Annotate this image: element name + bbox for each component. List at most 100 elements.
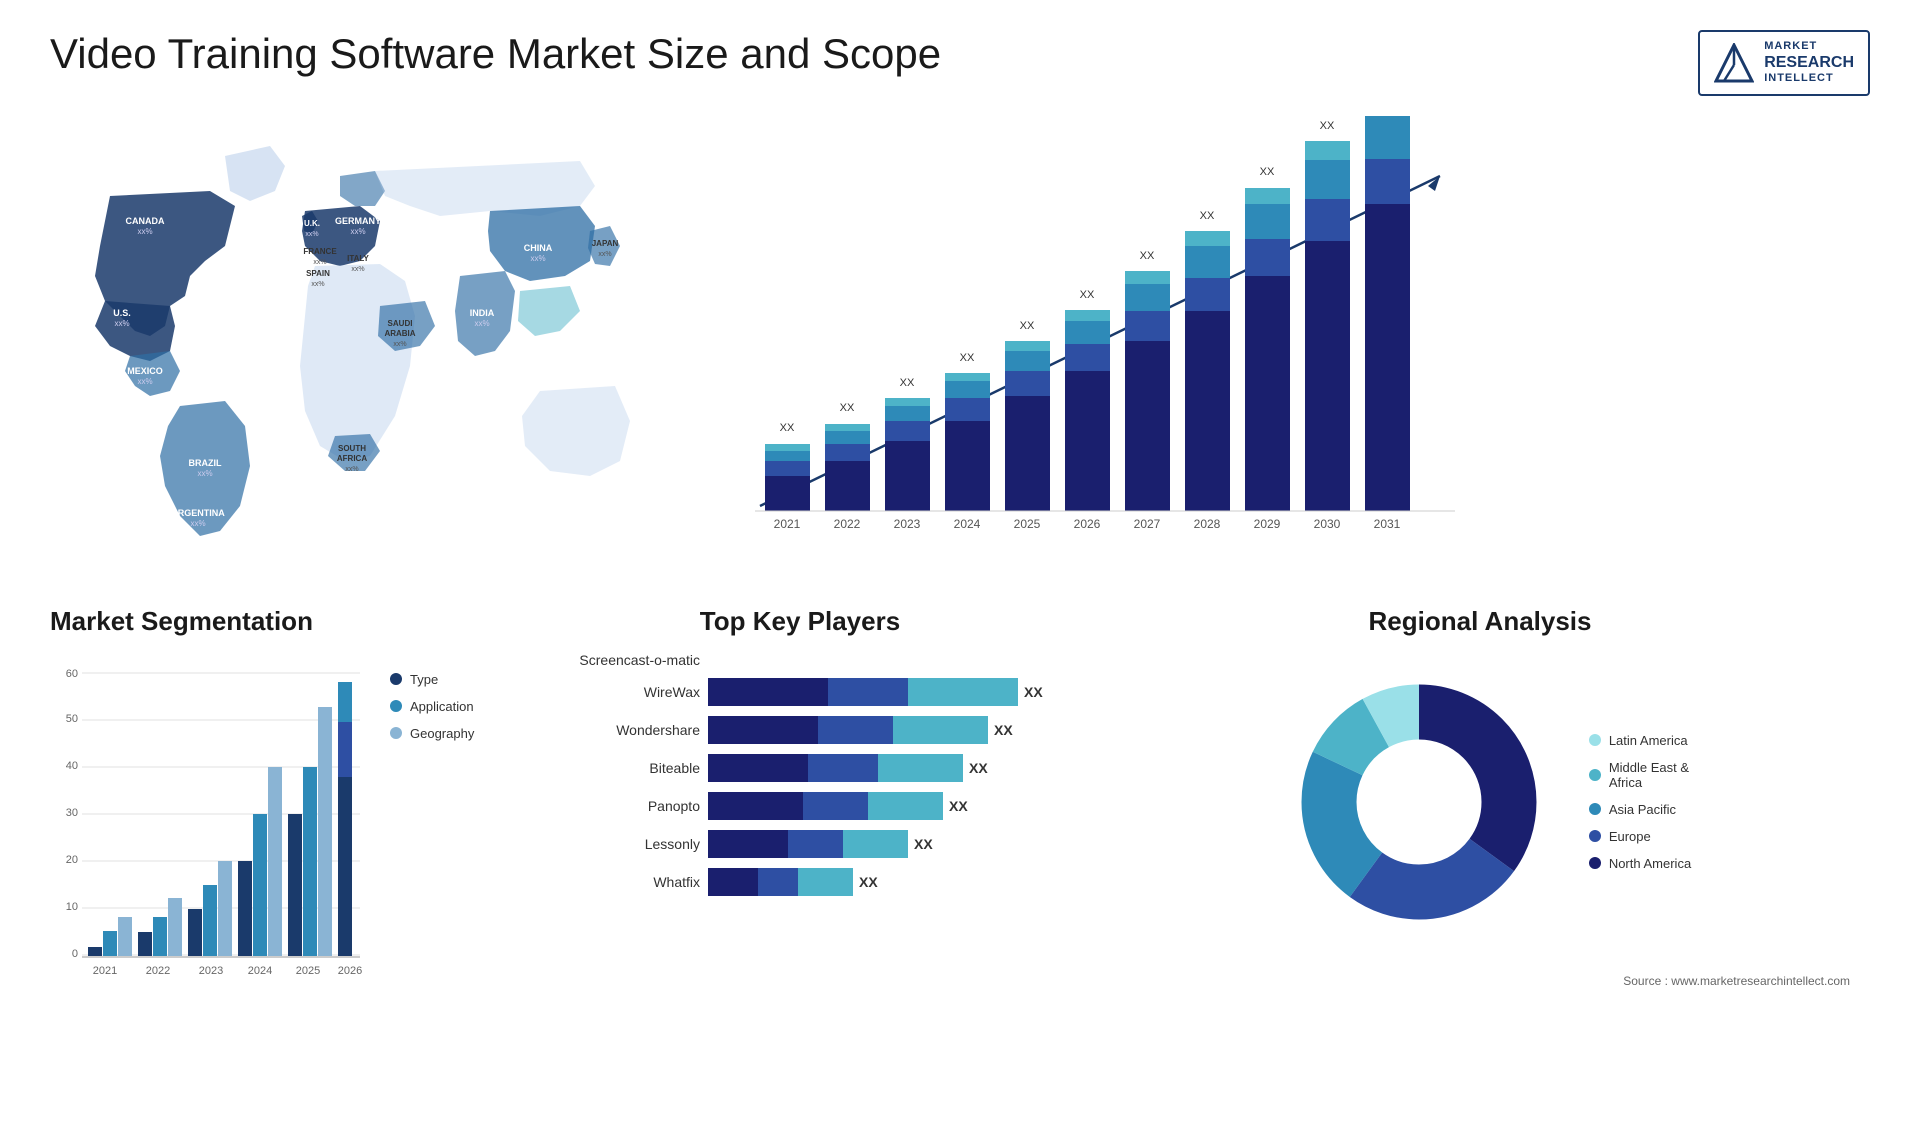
svg-text:SAUDI: SAUDI <box>388 319 413 328</box>
bar-mid-6 <box>758 868 798 896</box>
legend-item-latin: Latin America <box>1589 733 1691 748</box>
segmentation-chart: 0 10 20 30 40 50 60 <box>50 652 370 1012</box>
svg-text:ITALY: ITALY <box>347 254 369 263</box>
svg-text:SOUTH: SOUTH <box>338 444 366 453</box>
player-bar-segments-4 <box>708 792 943 820</box>
regional-section: Regional Analysis <box>1090 606 1870 1126</box>
player-bar-3: XX <box>708 754 988 782</box>
player-value-5: XX <box>914 836 933 852</box>
legend-item-na: North America <box>1589 856 1691 871</box>
legend-label-na: North America <box>1609 856 1691 871</box>
player-row-5: Lessonly XX <box>540 830 1060 858</box>
donut-container: Latin America Middle East &Africa Asia P… <box>1090 652 1870 952</box>
svg-text:2023: 2023 <box>199 965 223 977</box>
source-text: Source : www.marketresearchintellect.com <box>1623 974 1850 988</box>
players-section: Top Key Players Screencast-o-matic WireW… <box>540 606 1060 1126</box>
player-bar-4: XX <box>708 792 968 820</box>
legend-label-mea: Middle East &Africa <box>1609 760 1689 790</box>
players-title: Top Key Players <box>540 606 1060 637</box>
svg-text:XX: XX <box>960 352 975 364</box>
player-row-4: Panopto XX <box>540 792 1060 820</box>
svg-text:10: 10 <box>66 901 78 913</box>
bar-mid-3 <box>808 754 878 782</box>
svg-text:2031: 2031 <box>1374 517 1401 531</box>
bar-dark-2 <box>708 716 818 744</box>
player-bar-1: XX <box>708 678 1043 706</box>
svg-text:GERMANY: GERMANY <box>335 216 381 226</box>
bar-dark-4 <box>708 792 803 820</box>
bar-mid-4 <box>803 792 868 820</box>
svg-text:xx%: xx% <box>350 227 365 236</box>
svg-text:xx%: xx% <box>190 519 205 528</box>
svg-text:XX: XX <box>1200 210 1215 222</box>
player-bar-segments-6 <box>708 868 853 896</box>
svg-text:0: 0 <box>72 948 78 960</box>
svg-text:20: 20 <box>66 854 78 866</box>
player-bar-segments-2 <box>708 716 988 744</box>
map-section: CANADA xx% U.S. xx% MEXICO xx% BRAZIL xx… <box>50 116 670 576</box>
legend-label-europe: Europe <box>1609 829 1651 844</box>
svg-text:2025: 2025 <box>296 965 320 977</box>
player-name-2: Wondershare <box>540 722 700 738</box>
player-name-3: Biteable <box>540 760 700 776</box>
player-row-3: Biteable XX <box>540 754 1060 782</box>
svg-text:XX: XX <box>900 377 915 389</box>
svg-text:30: 30 <box>66 807 78 819</box>
svg-text:2021: 2021 <box>93 965 117 977</box>
svg-text:SPAIN: SPAIN <box>306 269 330 278</box>
svg-text:FRANCE: FRANCE <box>303 247 337 256</box>
svg-text:xx%: xx% <box>137 377 152 386</box>
bar-mid-5 <box>788 830 843 858</box>
legend-dot-type <box>390 673 402 685</box>
svg-text:MEXICO: MEXICO <box>127 366 163 376</box>
svg-text:INDIA: INDIA <box>470 308 495 318</box>
player-name-5: Lessonly <box>540 836 700 852</box>
legend-dot-apac <box>1589 803 1601 815</box>
svg-text:2026: 2026 <box>1074 517 1101 531</box>
svg-text:xx%: xx% <box>137 227 152 236</box>
world-map: CANADA xx% U.S. xx% MEXICO xx% BRAZIL xx… <box>50 116 670 556</box>
svg-text:XX: XX <box>1140 250 1155 262</box>
svg-text:2027: 2027 <box>1134 517 1161 531</box>
legend-item-application: Application <box>390 699 474 714</box>
legend-item-geography: Geography <box>390 726 474 741</box>
svg-text:xx%: xx% <box>345 466 358 473</box>
main-content: CANADA xx% U.S. xx% MEXICO xx% BRAZIL xx… <box>0 106 1920 586</box>
player-bar-2: XX <box>708 716 1013 744</box>
svg-text:2021: 2021 <box>774 517 801 531</box>
player-bar-segments-3 <box>708 754 963 782</box>
legend-label-apac: Asia Pacific <box>1609 802 1676 817</box>
legend-dot-application <box>390 700 402 712</box>
player-value-3: XX <box>969 760 988 776</box>
donut-chart <box>1269 652 1569 952</box>
svg-text:2022: 2022 <box>834 517 861 531</box>
svg-text:xx%: xx% <box>598 251 611 258</box>
svg-text:ARGENTINA: ARGENTINA <box>171 508 225 518</box>
segmentation-legend: Type Application Geography <box>390 672 474 741</box>
svg-text:XX: XX <box>1320 120 1335 132</box>
bar-light-3 <box>878 754 963 782</box>
svg-text:2022: 2022 <box>146 965 170 977</box>
legend-label-type: Type <box>410 672 438 687</box>
svg-text:xx%: xx% <box>305 231 318 238</box>
page-title: Video Training Software Market Size and … <box>50 30 941 78</box>
player-name-6: Whatfix <box>540 874 700 890</box>
svg-text:JAPAN: JAPAN <box>592 239 619 248</box>
svg-text:2029: 2029 <box>1254 517 1281 531</box>
player-value-4: XX <box>949 798 968 814</box>
svg-text:2030: 2030 <box>1314 517 1341 531</box>
svg-text:AFRICA: AFRICA <box>337 454 367 463</box>
growth-chart: XX XX XX XX XX <box>700 116 1480 556</box>
player-row-0: Screencast-o-matic <box>540 652 1060 668</box>
regional-title: Regional Analysis <box>1090 606 1870 637</box>
player-bar-segments-1 <box>708 678 1018 706</box>
svg-text:XX: XX <box>840 402 855 414</box>
svg-text:CANADA: CANADA <box>126 216 165 226</box>
player-name-4: Panopto <box>540 798 700 814</box>
bar-light-2 <box>893 716 988 744</box>
legend-dot-na <box>1589 857 1601 869</box>
bar-dark-6 <box>708 868 758 896</box>
svg-text:ARABIA: ARABIA <box>384 329 415 338</box>
svg-text:BRAZIL: BRAZIL <box>189 458 222 468</box>
svg-text:2025: 2025 <box>1014 517 1041 531</box>
